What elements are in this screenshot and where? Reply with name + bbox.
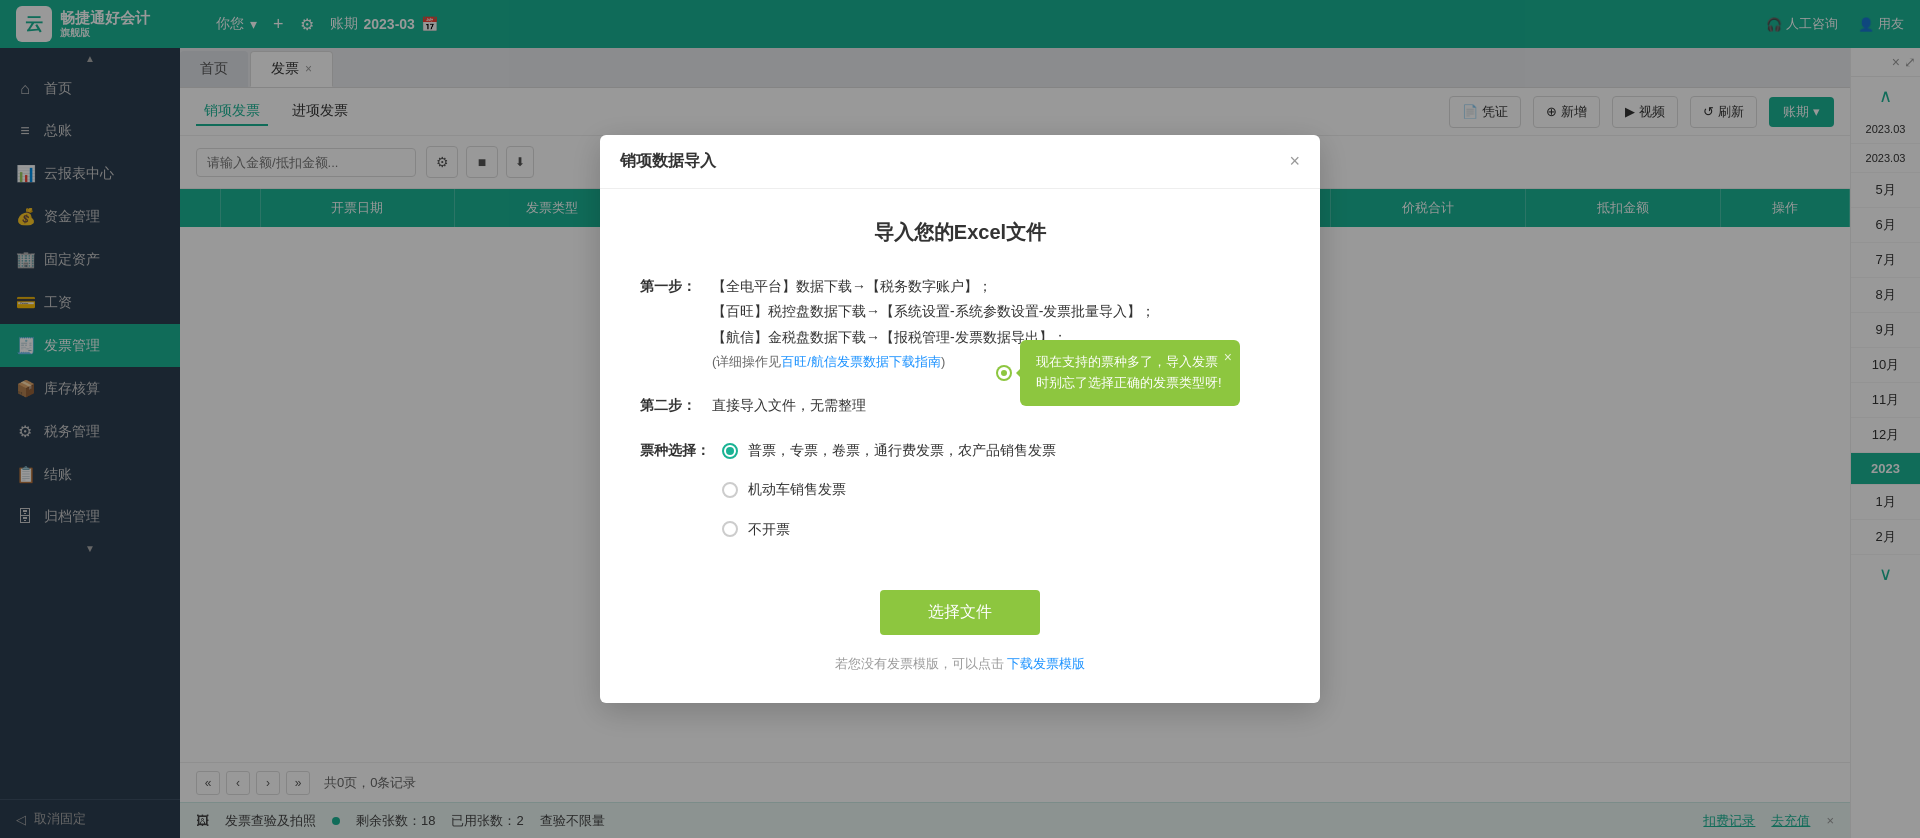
modal-main-title: 导入您的Excel文件 — [640, 219, 1280, 246]
step2-label: 第二步： — [640, 393, 700, 418]
radio-section-label: 票种选择： — [640, 438, 710, 570]
tooltip-text: 现在支持的票种多了，导入发票时别忘了选择正确的发票类型呀! — [1036, 354, 1222, 390]
import-modal: 销项数据导入 × 导入您的Excel文件 第一步： 【全电平台】数据下载→【税务… — [600, 135, 1320, 703]
step1-line1: 【全电平台】数据下载→【税务数字账户】； — [712, 274, 1280, 299]
radio-option-2[interactable]: 机动车销售发票 — [722, 477, 1056, 502]
radio-label-3: 不开票 — [748, 517, 790, 542]
tooltip-dot — [998, 367, 1010, 379]
radio-option-1[interactable]: 普票，专票，卷票，通行费发票，农产品销售发票 — [722, 438, 1056, 463]
radio-label-2: 机动车销售发票 — [748, 477, 846, 502]
radio-group: 普票，专票，卷票，通行费发票，农产品销售发票 机动车销售发票 不开票 — [722, 438, 1056, 542]
radio-input-2[interactable] — [722, 482, 738, 498]
select-file-btn[interactable]: 选择文件 — [880, 590, 1040, 635]
modal-header: 销项数据导入 × — [600, 135, 1320, 189]
download-template-link[interactable]: 下载发票模版 — [1007, 656, 1085, 671]
modal-footer: 若您没有发票模版，可以点击 下载发票模版 — [640, 655, 1280, 673]
radio-section: 票种选择： 普票，专票，卷票，通行费发票，农产品销售发票 机动车销售发票 不开票 — [640, 438, 1280, 570]
radio-option-3[interactable]: 不开票 — [722, 517, 1056, 542]
radio-input-3[interactable] — [722, 521, 738, 537]
modal-title: 销项数据导入 — [620, 151, 716, 172]
radio-input-1[interactable] — [722, 443, 738, 459]
modal-overlay[interactable]: 销项数据导入 × 导入您的Excel文件 第一步： 【全电平台】数据下载→【税务… — [0, 0, 1920, 838]
modal-body: 导入您的Excel文件 第一步： 【全电平台】数据下载→【税务数字账户】； 【百… — [600, 189, 1320, 703]
step1-label: 第一步： — [640, 274, 700, 373]
step1-line2: 【百旺】税控盘数据下载→【系统设置-系统参数设置-发票批量导入】； — [712, 299, 1280, 324]
radio-label-1: 普票，专票，卷票，通行费发票，农产品销售发票 — [748, 438, 1056, 463]
guide-link[interactable]: 百旺/航信发票数据下载指南 — [781, 354, 941, 369]
tooltip-box: × 现在支持的票种多了，导入发票时别忘了选择正确的发票类型呀! — [1020, 340, 1240, 406]
modal-close-btn[interactable]: × — [1289, 151, 1300, 172]
tooltip-close-btn[interactable]: × — [1224, 346, 1232, 368]
